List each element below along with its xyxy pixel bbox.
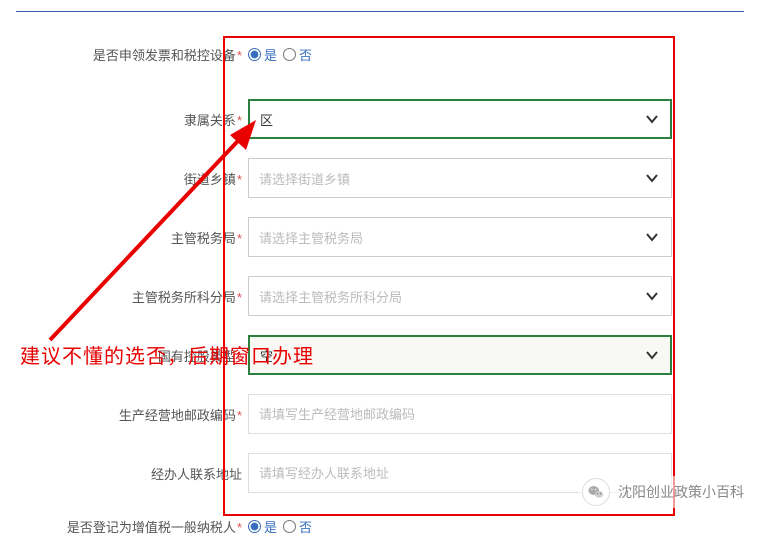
radio-invoice-yes[interactable]: 是 — [248, 45, 277, 64]
radio-input-no[interactable] — [283, 48, 296, 61]
radio-invoice-no[interactable]: 否 — [283, 45, 312, 64]
row-affiliation: 隶属关系* 区 — [0, 99, 672, 139]
top-divider — [16, 11, 744, 12]
required-mark: * — [237, 172, 242, 187]
label-text: 经办人联系地址 — [151, 467, 242, 482]
label-text: 主管税务局 — [171, 231, 236, 246]
label-tax-branch: 主管税务所科分局* — [0, 287, 248, 306]
required-mark: * — [237, 231, 242, 246]
label-text: 是否申领发票和税控设备 — [93, 48, 236, 63]
chevron-down-icon — [646, 172, 658, 184]
annotation-text: 建议不懂的选否，后期窗口办理 — [20, 340, 314, 369]
row-tax-branch: 主管税务所科分局* 请选择主管税务所科分局 — [0, 276, 672, 316]
label-text: 生产经营地邮政编码 — [119, 408, 236, 423]
label-tax-bureau: 主管税务局* — [0, 228, 248, 247]
select-tax-branch-wrap: 请选择主管税务所科分局 — [248, 276, 672, 316]
label-text: 街道乡镇 — [184, 172, 236, 187]
select-affiliation-wrap: 区 — [248, 99, 672, 139]
select-placeholder: 请选择街道乡镇 — [259, 169, 350, 188]
label-agent-address: 经办人联系地址 — [0, 464, 248, 483]
select-tax-bureau[interactable]: 请选择主管税务局 — [248, 217, 672, 257]
chevron-down-icon — [646, 290, 658, 302]
select-tax-branch[interactable]: 请选择主管税务所科分局 — [248, 276, 672, 316]
row-postal-code: 生产经营地邮政编码* — [0, 394, 672, 434]
row-tax-bureau: 主管税务局* 请选择主管税务局 — [0, 217, 672, 257]
input-postal-code[interactable] — [248, 394, 672, 434]
label-postal-code: 生产经营地邮政编码* — [0, 405, 248, 424]
select-township-wrap: 请选择街道乡镇 — [248, 158, 672, 198]
label-text: 是否登记为增值税一般纳税人 — [67, 520, 236, 535]
label-text: 主管税务所科分局 — [132, 290, 236, 305]
label-affiliation: 隶属关系* — [0, 110, 248, 129]
input-postal-code-wrap — [248, 394, 672, 434]
radio-label-no: 否 — [299, 45, 312, 64]
chevron-down-icon — [646, 113, 658, 125]
row-township: 街道乡镇* 请选择街道乡镇 — [0, 158, 672, 198]
label-text: 隶属关系 — [184, 113, 236, 128]
select-affiliation[interactable]: 区 — [248, 99, 672, 139]
radio-input-vat-no[interactable] — [283, 520, 296, 533]
chevron-down-icon — [646, 231, 658, 243]
required-mark: * — [237, 48, 242, 63]
required-mark: * — [237, 113, 242, 128]
radio-input-vat-yes[interactable] — [248, 520, 261, 533]
row-invoice-equipment: 是否申领发票和税控设备* 是 否 — [0, 45, 672, 64]
wechat-watermark: 沈阳创业政策小百科 — [578, 476, 748, 508]
row-agent-address: 经办人联系地址 — [0, 453, 672, 493]
required-mark: * — [237, 290, 242, 305]
select-value: 区 — [260, 110, 273, 129]
select-placeholder: 请选择主管税务局 — [259, 228, 363, 247]
radio-input-yes[interactable] — [248, 48, 261, 61]
label-township: 街道乡镇* — [0, 169, 248, 188]
required-mark: * — [237, 520, 242, 535]
radio-group-invoice: 是 否 — [248, 45, 312, 64]
required-mark: * — [237, 408, 242, 423]
select-placeholder: 请选择主管税务所科分局 — [259, 287, 402, 306]
select-township[interactable]: 请选择街道乡镇 — [248, 158, 672, 198]
radio-label-yes: 是 — [264, 45, 277, 64]
watermark-text: 沈阳创业政策小百科 — [618, 482, 744, 502]
chevron-down-icon — [646, 349, 658, 361]
wechat-icon — [582, 478, 610, 506]
select-tax-bureau-wrap: 请选择主管税务局 — [248, 217, 672, 257]
label-invoice-equipment: 是否申领发票和税控设备* — [0, 45, 248, 64]
